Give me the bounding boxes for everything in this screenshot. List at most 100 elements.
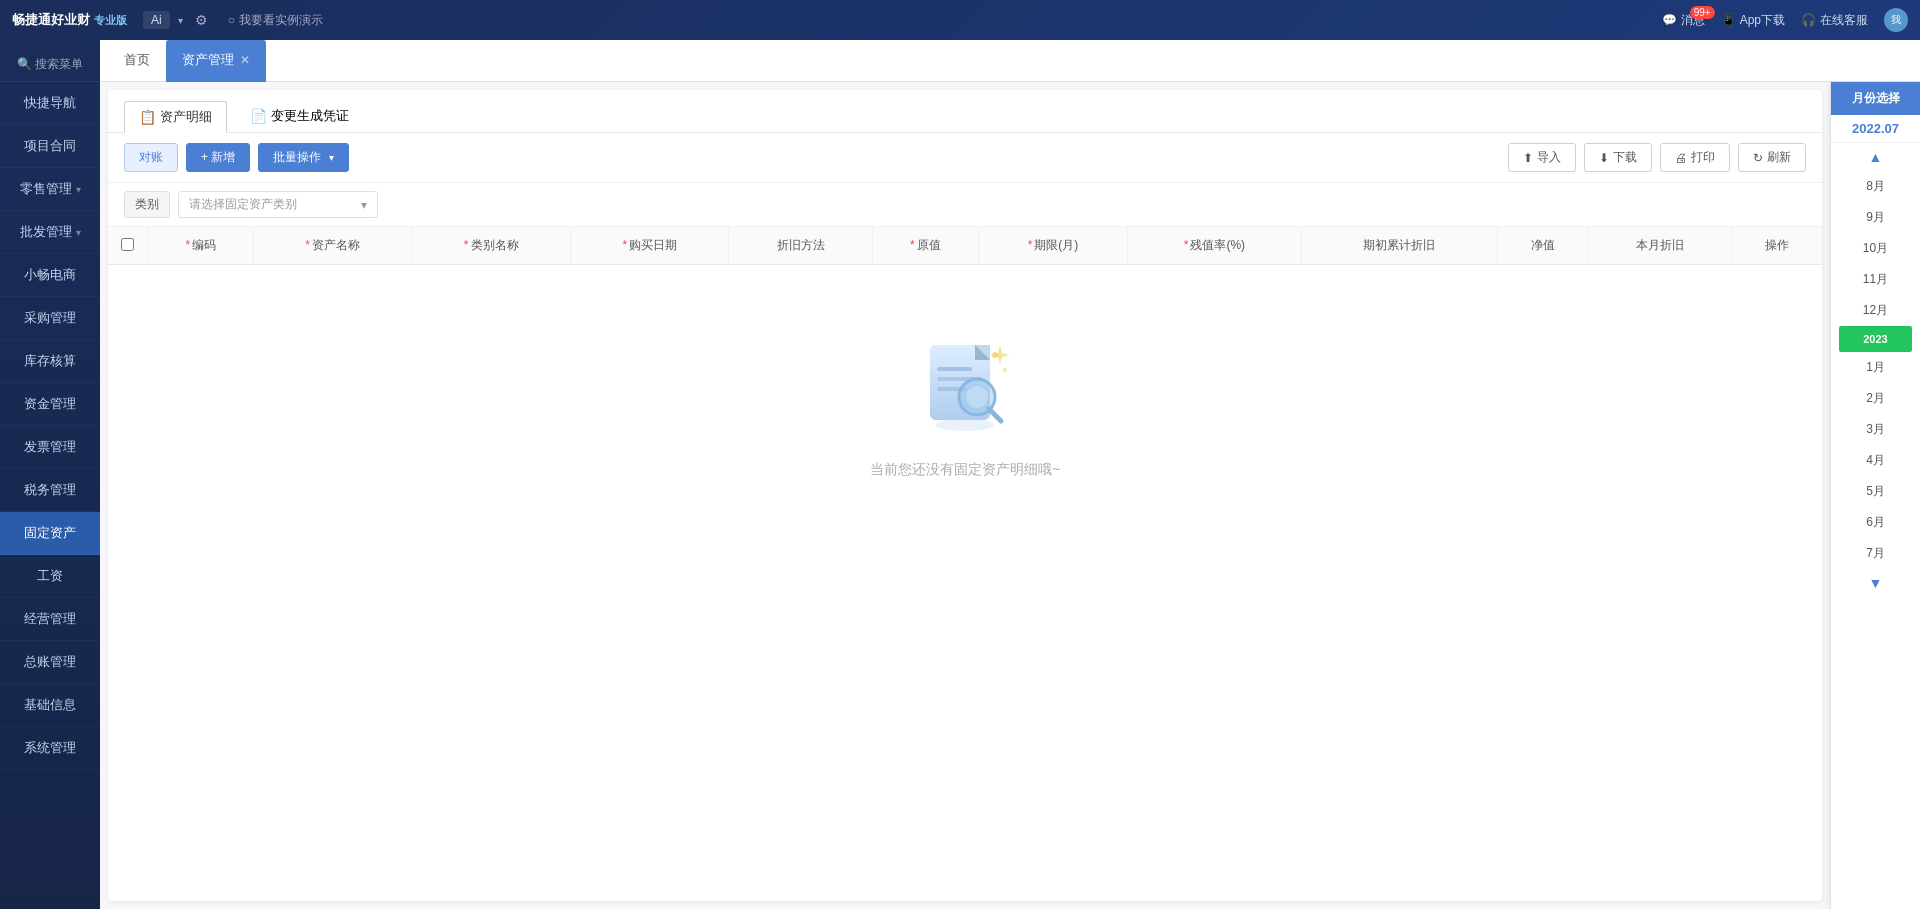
category-label: 类别 bbox=[124, 191, 170, 218]
tab-bar: 首页 资产管理 ✕ bbox=[100, 40, 1920, 82]
import-icon: ⬆ bbox=[1523, 151, 1533, 165]
month-nav-down: ▼ bbox=[1831, 569, 1920, 597]
refresh-button[interactable]: ↻ 刷新 bbox=[1738, 143, 1806, 172]
table-header-depreciation-method: 折旧方法 bbox=[729, 227, 873, 265]
table-header-operation: 操作 bbox=[1732, 227, 1822, 265]
month-item-6[interactable]: 6月 bbox=[1831, 507, 1920, 538]
table-header-residual-rate: *残值率(%) bbox=[1128, 227, 1301, 265]
select-all-checkbox[interactable] bbox=[121, 238, 134, 251]
table-header-original-value: *原值 bbox=[873, 227, 978, 265]
table-header-accumulated-depreciation: 期初累计折旧 bbox=[1301, 227, 1498, 265]
refresh-icon: ↻ bbox=[1753, 151, 1763, 165]
sidebar-item-tax[interactable]: 税务管理 bbox=[0, 469, 100, 512]
month-item-9[interactable]: 9月 bbox=[1831, 202, 1920, 233]
import-button[interactable]: ⬆ 导入 bbox=[1508, 143, 1576, 172]
svg-point-13 bbox=[1003, 368, 1007, 372]
sidebar: 🔍 搜索菜单 快捷导航 项目合同 零售管理 ▾ 批发管理 ▾ 小畅电商 采购管理… bbox=[0, 40, 100, 909]
sidebar-item-invoice[interactable]: 发票管理 bbox=[0, 426, 100, 469]
add-new-button[interactable]: + 新增 bbox=[186, 143, 250, 172]
sidebar-item-finance[interactable]: 资金管理 bbox=[0, 383, 100, 426]
filter-bar: 类别 请选择固定资产类别 ▾ bbox=[108, 183, 1822, 227]
month-item-1[interactable]: 1月 bbox=[1831, 352, 1920, 383]
chevron-down-icon: ▾ bbox=[76, 184, 81, 195]
sidebar-item-system[interactable]: 系统管理 bbox=[0, 727, 100, 770]
sidebar-search[interactable]: 🔍 搜索菜单 bbox=[0, 48, 100, 82]
online-service-button[interactable]: 🎧 在线客服 bbox=[1801, 12, 1868, 29]
app-download-icon: 📱 bbox=[1721, 13, 1736, 27]
month-nav-up: ▲ bbox=[1831, 143, 1920, 171]
svg-point-0 bbox=[935, 419, 995, 431]
sidebar-item-fixed-assets[interactable]: 固定资产 bbox=[0, 512, 100, 555]
month-panel-title: 月份选择 bbox=[1831, 82, 1920, 115]
category-select[interactable]: 请选择固定资产类别 ▾ bbox=[178, 191, 378, 218]
month-current-display: 2022.07 bbox=[1831, 115, 1920, 143]
sidebar-item-ecommerce[interactable]: 小畅电商 bbox=[0, 254, 100, 297]
user-avatar[interactable]: 我 bbox=[1884, 8, 1908, 32]
sidebar-item-inventory[interactable]: 库存核算 bbox=[0, 340, 100, 383]
toolbar: 对账 + 新增 批量操作 ▾ ⬆ 导入 ⬇ 下载 bbox=[108, 133, 1822, 183]
tab-close-icon[interactable]: ✕ bbox=[240, 53, 250, 67]
tab-home[interactable]: 首页 bbox=[108, 40, 166, 82]
sidebar-item-retail[interactable]: 零售管理 ▾ bbox=[0, 168, 100, 211]
top-bar: 畅捷通好业财 专业版 Ai ▾ ⚙ ○ 我要看实例演示 💬 消息 99+ 📱 A… bbox=[0, 0, 1920, 40]
month-item-2[interactable]: 2月 bbox=[1831, 383, 1920, 414]
empty-state: 当前您还没有固定资产明细哦~ bbox=[108, 265, 1822, 539]
message-icon: 💬 bbox=[1662, 13, 1677, 27]
company-dropdown-icon[interactable]: ▾ bbox=[178, 15, 183, 26]
select-arrow-icon: ▾ bbox=[361, 198, 367, 212]
download-button[interactable]: ⬇ 下载 bbox=[1584, 143, 1652, 172]
svg-point-10 bbox=[965, 385, 989, 409]
main-layout: 🔍 搜索菜单 快捷导航 项目合同 零售管理 ▾ 批发管理 ▾ 小畅电商 采购管理… bbox=[0, 40, 1920, 909]
settings-icon[interactable]: ⚙ bbox=[195, 12, 208, 28]
tab-asset-management[interactable]: 资产管理 ✕ bbox=[166, 40, 266, 82]
reconcile-button[interactable]: 对账 bbox=[124, 143, 178, 172]
month-item-8[interactable]: 8月 bbox=[1831, 171, 1920, 202]
sidebar-item-basic-info[interactable]: 基础信息 bbox=[0, 684, 100, 727]
month-next-button[interactable]: ▼ bbox=[1866, 573, 1886, 593]
batch-ops-button[interactable]: 批量操作 ▾ bbox=[258, 143, 349, 172]
sidebar-item-ledger[interactable]: 总账管理 bbox=[0, 641, 100, 684]
month-item-10[interactable]: 10月 bbox=[1831, 233, 1920, 264]
svg-rect-6 bbox=[937, 367, 972, 371]
month-item-3[interactable]: 3月 bbox=[1831, 414, 1920, 445]
table-header-net-value: 净值 bbox=[1498, 227, 1589, 265]
sub-tab-asset-detail[interactable]: 📋 资产明细 bbox=[124, 101, 227, 133]
page-content: 📋 资产明细 📄 变更生成凭证 对账 + 新增 批量操作 ▾ bbox=[100, 82, 1920, 909]
list-icon: 📋 bbox=[139, 109, 156, 125]
app-edition: 专业版 bbox=[94, 13, 127, 28]
print-button[interactable]: 🖨 打印 bbox=[1660, 143, 1730, 172]
table-header-purchase-date: *购买日期 bbox=[570, 227, 729, 265]
sub-tab-change-voucher[interactable]: 📄 变更生成凭证 bbox=[235, 100, 364, 132]
company-name[interactable]: Ai bbox=[143, 11, 170, 29]
month-item-4[interactable]: 4月 bbox=[1831, 445, 1920, 476]
app-download-button[interactable]: 📱 App下载 bbox=[1721, 12, 1785, 29]
print-icon: 🖨 bbox=[1675, 151, 1687, 165]
month-item-11[interactable]: 11月 bbox=[1831, 264, 1920, 295]
toolbar-right: ⬆ 导入 ⬇ 下载 🖨 打印 ↻ 刷新 bbox=[1508, 143, 1806, 172]
demo-icon: ○ bbox=[228, 13, 235, 27]
sub-tab-bar: 📋 资产明细 📄 变更生成凭证 bbox=[108, 90, 1822, 133]
table-header-asset-name: *资产名称 bbox=[253, 227, 412, 265]
demo-link[interactable]: ○ 我要看实例演示 bbox=[228, 12, 323, 29]
table-header-code: *编码 bbox=[148, 227, 253, 265]
empty-text: 当前您还没有固定资产明细哦~ bbox=[870, 461, 1060, 479]
chevron-down-icon: ▾ bbox=[76, 227, 81, 238]
sidebar-item-operations[interactable]: 经营管理 bbox=[0, 598, 100, 641]
assets-table: *编码 *资产名称 *类别名称 *购买日期 折旧方法 *原值 *期限(月) *残… bbox=[108, 227, 1822, 539]
sidebar-item-salary[interactable]: 工资 bbox=[0, 555, 100, 598]
month-item-12[interactable]: 12月 bbox=[1831, 295, 1920, 326]
table-header-current-month-depreciation: 本月折旧 bbox=[1589, 227, 1733, 265]
message-button[interactable]: 💬 消息 99+ bbox=[1662, 12, 1705, 29]
sidebar-item-project[interactable]: 项目合同 bbox=[0, 125, 100, 168]
table-header-checkbox bbox=[108, 227, 148, 265]
month-item-7[interactable]: 7月 bbox=[1831, 538, 1920, 569]
document-icon: 📄 bbox=[250, 108, 267, 124]
sidebar-item-wholesale[interactable]: 批发管理 ▾ bbox=[0, 211, 100, 254]
top-bar-right: 💬 消息 99+ 📱 App下载 🎧 在线客服 我 bbox=[1662, 8, 1908, 32]
month-prev-button[interactable]: ▲ bbox=[1866, 147, 1886, 167]
sidebar-item-purchase[interactable]: 采购管理 bbox=[0, 297, 100, 340]
content-area: 首页 资产管理 ✕ 📋 资产明细 📄 变更生成凭证 bbox=[100, 40, 1920, 909]
empty-illustration bbox=[905, 325, 1025, 445]
sidebar-item-quick-nav[interactable]: 快捷导航 bbox=[0, 82, 100, 125]
month-item-5[interactable]: 5月 bbox=[1831, 476, 1920, 507]
